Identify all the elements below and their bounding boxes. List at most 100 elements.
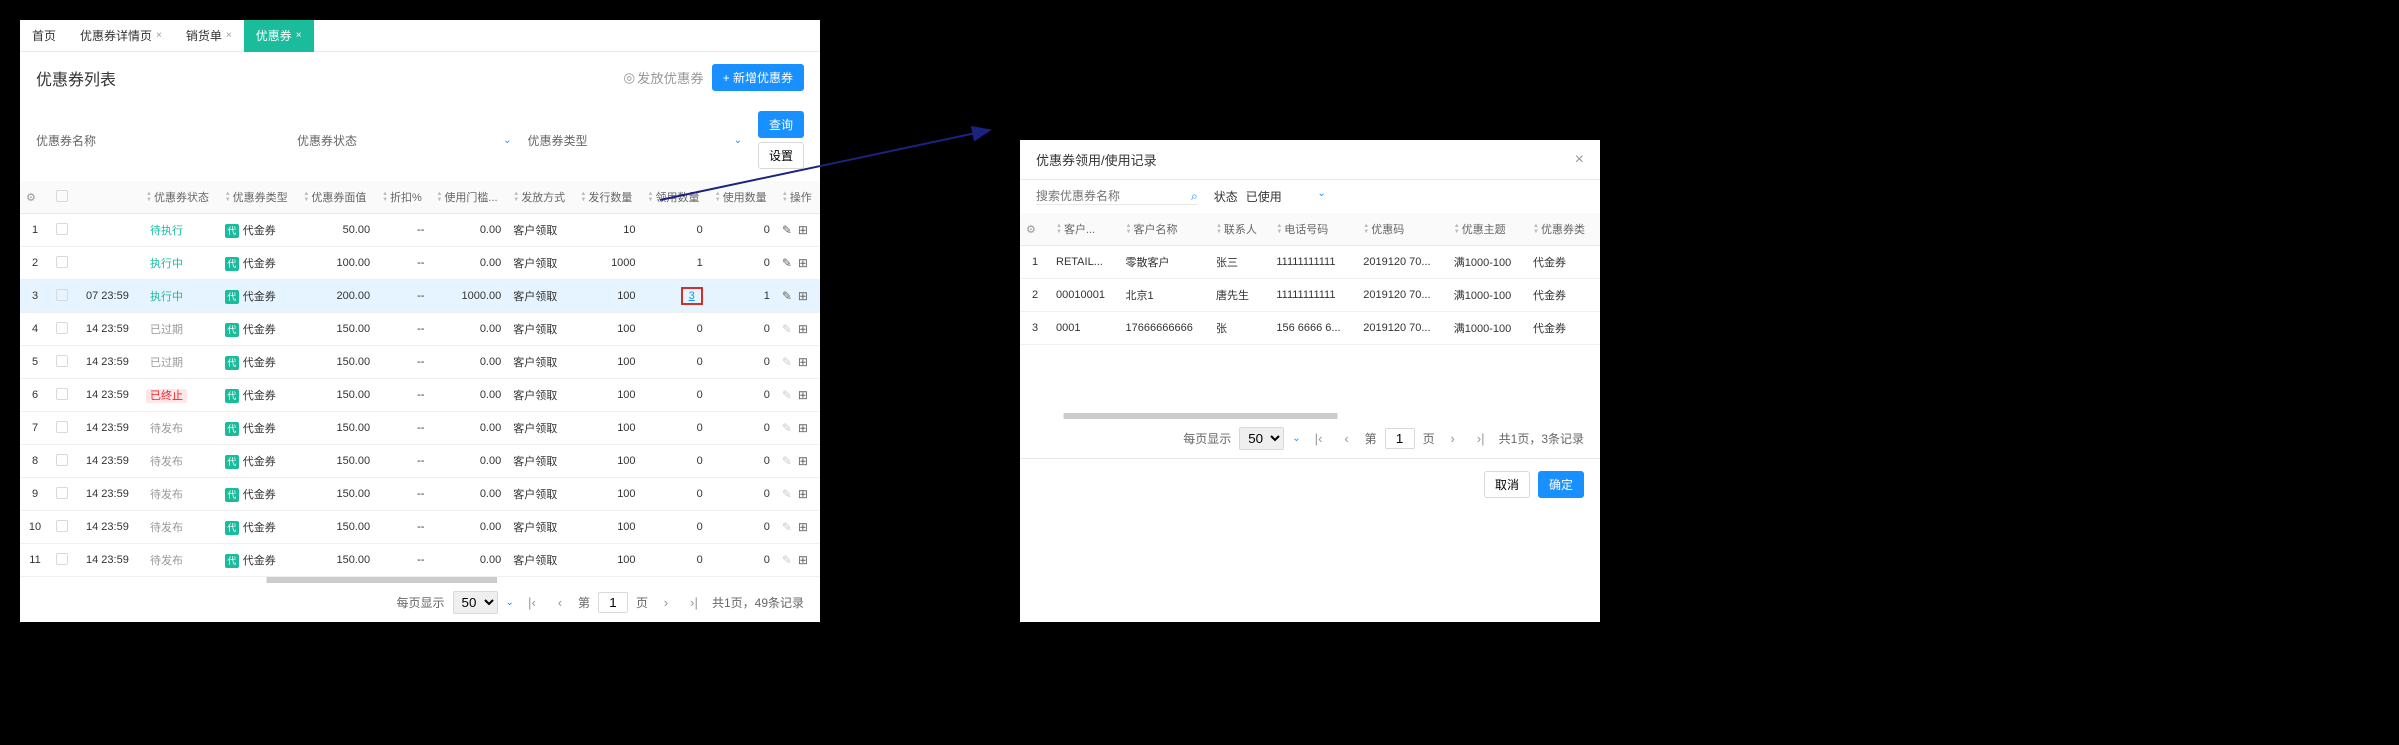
table-row[interactable]: 4 14 23:59 已过期 代代金券 150.00 -- 0.00 客户领取 …	[20, 313, 820, 346]
edit-icon[interactable]: ✎	[782, 223, 792, 237]
qrcode-icon[interactable]: ⊞	[798, 520, 808, 534]
close-icon[interactable]: ×	[296, 20, 302, 52]
prev-page-button[interactable]: ‹	[550, 593, 570, 613]
row-checkbox[interactable]	[56, 355, 68, 367]
chevron-down-icon: ⌄	[734, 135, 742, 146]
row-checkbox[interactable]	[56, 553, 68, 565]
edit-icon[interactable]: ✎	[782, 289, 792, 303]
column-header[interactable]: ▲▼发放方式	[507, 181, 574, 214]
table-row[interactable]: 7 14 23:59 待发布 代代金券 150.00 -- 0.00 客户领取 …	[20, 412, 820, 445]
table-row[interactable]: 2 00010001 北京1 唐先生 11111111111 2019120 7…	[1020, 279, 1600, 312]
next-page-button[interactable]: ›	[656, 593, 676, 613]
tab-bar: 首页优惠券详情页×销货单×优惠券×	[20, 20, 820, 52]
pagination: 每页显示 50 ⌄ |‹ ‹ 第 页 › ›| 共1页，49条记录	[20, 583, 820, 622]
filter-name-input[interactable]	[104, 128, 281, 152]
column-header[interactable]: ▲▼客户...	[1050, 213, 1120, 246]
table-row[interactable]: 5 14 23:59 已过期 代代金券 150.00 -- 0.00 客户领取 …	[20, 346, 820, 379]
column-header[interactable]: ▲▼使用数量	[709, 181, 776, 214]
qrcode-icon[interactable]: ⊞	[798, 355, 808, 369]
cancel-button[interactable]: 取消	[1484, 471, 1530, 498]
close-icon[interactable]: ×	[1575, 151, 1584, 169]
row-checkbox[interactable]	[56, 322, 68, 334]
ok-button[interactable]: 确定	[1538, 471, 1584, 498]
tab-销货单[interactable]: 销货单×	[174, 20, 244, 52]
table-row[interactable]: 8 14 23:59 待发布 代代金券 150.00 -- 0.00 客户领取 …	[20, 445, 820, 478]
qrcode-icon[interactable]: ⊞	[798, 421, 808, 435]
qrcode-icon[interactable]: ⊞	[798, 454, 808, 468]
qrcode-icon[interactable]: ⊞	[798, 322, 808, 336]
table-row[interactable]: 9 14 23:59 待发布 代代金券 150.00 -- 0.00 客户领取 …	[20, 478, 820, 511]
table-row[interactable]: 3 0001 17666666666 张 156 6666 6... 20191…	[1020, 312, 1600, 345]
qrcode-icon[interactable]: ⊞	[798, 256, 808, 270]
select-all-checkbox[interactable]	[56, 190, 68, 202]
claimed-count-link[interactable]: 3	[681, 287, 703, 305]
gear-icon[interactable]: ⚙	[1026, 224, 1036, 236]
gear-icon[interactable]: ⚙	[26, 192, 36, 204]
column-header[interactable]: ▲▼优惠券类型	[219, 181, 298, 214]
column-header[interactable]: ▲▼使用门槛...	[430, 181, 507, 214]
table-row[interactable]: 6 14 23:59 已终止 代代金券 150.00 -- 0.00 客户领取 …	[20, 379, 820, 412]
table-row[interactable]: 1 RETAIL... 零散客户 张三 11111111111 2019120 …	[1020, 246, 1600, 279]
modal-page-input[interactable]	[1385, 428, 1415, 449]
row-checkbox[interactable]	[56, 421, 68, 433]
modal-status-select[interactable]: 已使用 ⌄	[1246, 188, 1326, 205]
first-page-button[interactable]: |‹	[522, 593, 542, 613]
table-row[interactable]: 3 07 23:59 执行中 代代金券 200.00 -- 1000.00 客户…	[20, 280, 820, 313]
next-page-button[interactable]: ›	[1443, 429, 1463, 449]
row-checkbox[interactable]	[56, 520, 68, 532]
edit-icon[interactable]: ✎	[782, 256, 792, 270]
row-checkbox[interactable]	[56, 223, 68, 235]
sort-icon: ▲▼	[715, 191, 721, 203]
status-badge: 执行中	[146, 290, 187, 304]
column-header[interactable]: ▲▼优惠码	[1357, 213, 1447, 246]
column-header[interactable]: ▲▼客户名称	[1120, 213, 1210, 246]
first-page-button[interactable]: |‹	[1309, 429, 1329, 449]
row-checkbox[interactable]	[56, 487, 68, 499]
table-row[interactable]: 11 14 23:59 待发布 代代金券 150.00 -- 0.00 客户领取…	[20, 544, 820, 577]
column-header[interactable]: ▲▼发行数量	[574, 181, 641, 214]
column-header[interactable]: ▲▼优惠券状态	[140, 181, 219, 214]
row-checkbox[interactable]	[56, 256, 68, 268]
column-header[interactable]: ▲▼领用数量	[642, 181, 709, 214]
filter-type-select[interactable]: ⌄	[596, 131, 742, 150]
distribute-button[interactable]: ◎ 发放优惠券	[623, 68, 703, 87]
row-checkbox[interactable]	[56, 289, 68, 301]
tab-优惠券[interactable]: 优惠券×	[244, 20, 314, 52]
add-coupon-button[interactable]: + 新增优惠券	[712, 64, 804, 91]
column-header[interactable]: ▲▼折扣%	[376, 181, 430, 214]
row-checkbox[interactable]	[56, 454, 68, 466]
column-header[interactable]: ▲▼操作	[776, 181, 820, 214]
tab-首页[interactable]: 首页	[20, 20, 68, 52]
column-header[interactable]: ▲▼电话号码	[1270, 213, 1357, 246]
qrcode-icon[interactable]: ⊞	[798, 553, 808, 567]
qrcode-icon[interactable]: ⊞	[798, 388, 808, 402]
modal-search-input[interactable]	[1036, 189, 1191, 203]
table-row[interactable]: 10 14 23:59 待发布 代代金券 150.00 -- 0.00 客户领取…	[20, 511, 820, 544]
sort-icon: ▲▼	[436, 191, 442, 203]
prev-page-button[interactable]: ‹	[1337, 429, 1357, 449]
table-row[interactable]: 1 待执行 代代金券 50.00 -- 0.00 客户领取 10 0 0 ✎⊞	[20, 214, 820, 247]
qrcode-icon[interactable]: ⊞	[798, 289, 808, 303]
qrcode-icon[interactable]: ⊞	[798, 223, 808, 237]
table-row[interactable]: 2 执行中 代代金券 100.00 -- 0.00 客户领取 1000 1 0 …	[20, 247, 820, 280]
qrcode-icon[interactable]: ⊞	[798, 487, 808, 501]
per-page-select[interactable]: 50	[453, 591, 498, 614]
column-header[interactable]: ▲▼联系人	[1210, 213, 1270, 246]
row-checkbox[interactable]	[56, 388, 68, 400]
page-input[interactable]	[598, 592, 628, 613]
search-icon[interactable]: ⌕	[1191, 189, 1198, 204]
type-badge: 代	[225, 389, 239, 403]
search-button[interactable]: 查询	[758, 111, 804, 138]
column-header[interactable]: ▲▼优惠券面值	[297, 181, 376, 214]
filter-status-select[interactable]: ⌄	[365, 131, 511, 150]
close-icon[interactable]: ×	[226, 20, 232, 52]
settings-button[interactable]: 设置	[758, 142, 804, 169]
tab-优惠券详情页[interactable]: 优惠券详情页×	[68, 20, 174, 52]
column-header[interactable]: ▲▼优惠券类	[1527, 213, 1600, 246]
sort-icon: ▲▼	[1363, 223, 1369, 235]
close-icon[interactable]: ×	[156, 20, 162, 52]
last-page-button[interactable]: ›|	[1471, 429, 1491, 449]
column-header[interactable]: ▲▼优惠主题	[1448, 213, 1527, 246]
modal-per-page-select[interactable]: 50	[1239, 427, 1284, 450]
last-page-button[interactable]: ›|	[684, 593, 704, 613]
